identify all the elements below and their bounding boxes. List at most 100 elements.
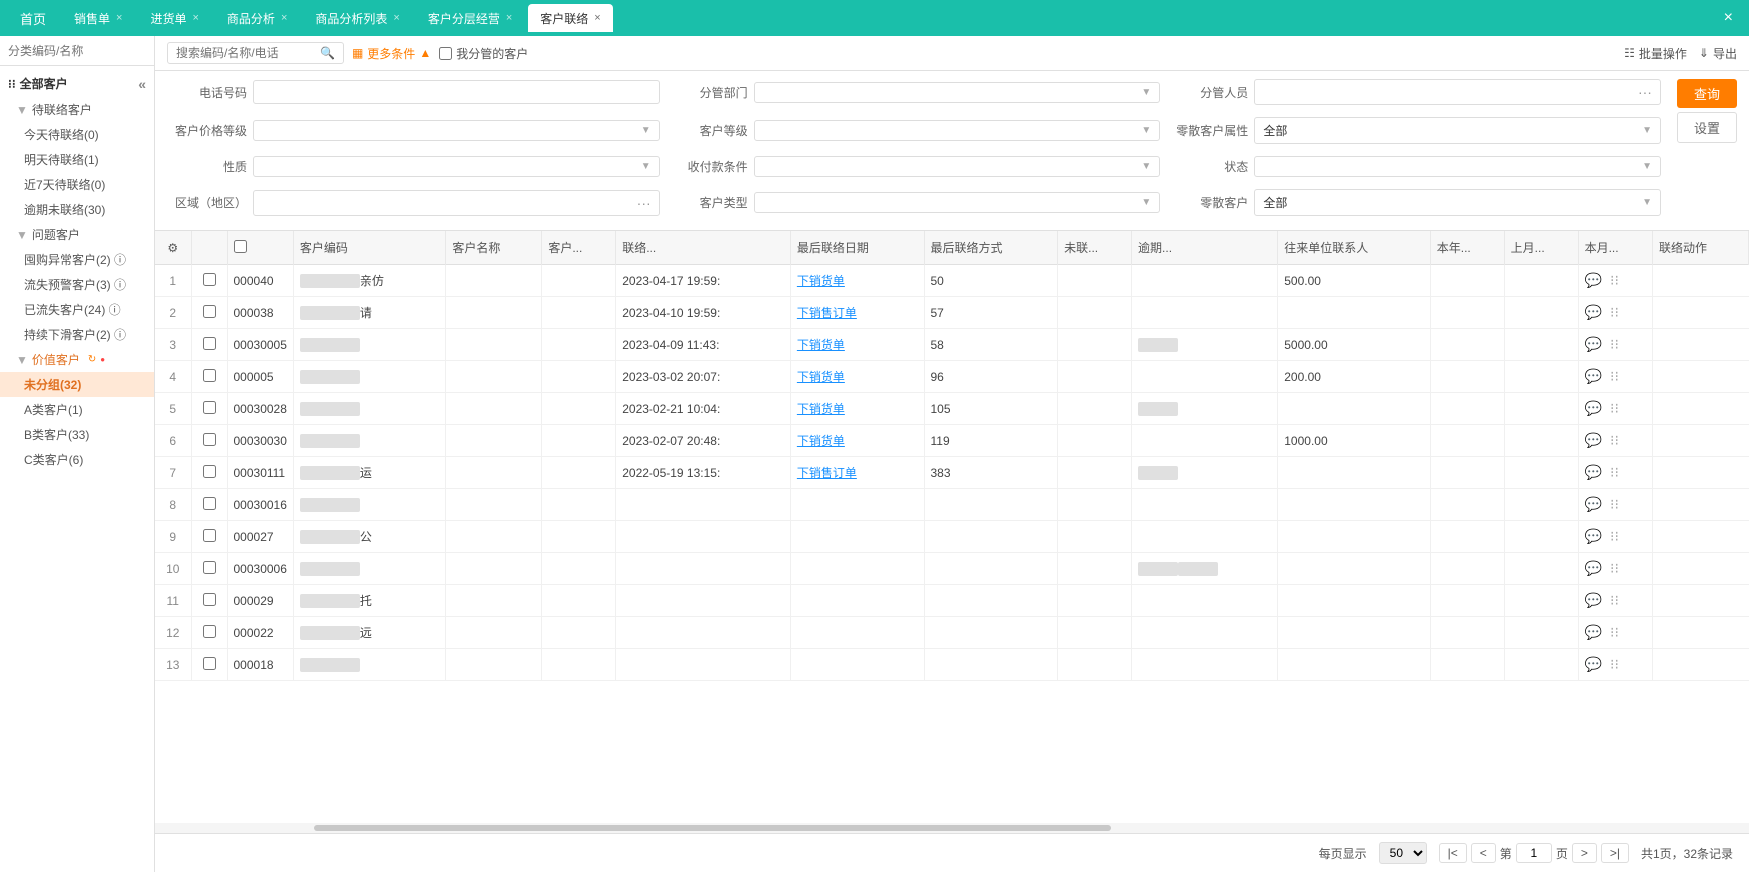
message-icon[interactable]: 💬 bbox=[1585, 304, 1602, 321]
filter-select-customer-level[interactable]: ▼ bbox=[754, 120, 1161, 141]
nav-tab-sales-close[interactable]: × bbox=[116, 12, 122, 24]
last-contact-method-link[interactable]: 下销货单 bbox=[797, 434, 845, 448]
table-settings-th[interactable]: ⚙ bbox=[155, 231, 191, 265]
row-checkbox[interactable] bbox=[203, 561, 216, 574]
row-checkbox[interactable] bbox=[203, 465, 216, 478]
message-icon[interactable]: 💬 bbox=[1585, 368, 1602, 385]
filter-select-person[interactable]: ··· bbox=[1254, 79, 1661, 105]
message-icon[interactable]: 💬 bbox=[1585, 528, 1602, 545]
row-checkbox[interactable] bbox=[203, 593, 216, 606]
more-filter-button[interactable]: ▦ 更多条件 ▲ bbox=[352, 45, 431, 62]
last-contact-method-link[interactable]: 下销货单 bbox=[797, 274, 845, 288]
message-icon[interactable]: 💬 bbox=[1585, 656, 1602, 673]
my-customers-checkbox[interactable]: 我分管的客户 bbox=[439, 45, 528, 62]
sidebar-group-problem[interactable]: ▼ 问题客户 bbox=[0, 222, 154, 247]
nav-tab-analysis-close[interactable]: × bbox=[281, 12, 287, 24]
message-icon[interactable]: 💬 bbox=[1585, 592, 1602, 609]
filter-select-gender[interactable]: ▼ bbox=[253, 156, 660, 177]
close-all-tabs-button[interactable]: × bbox=[1716, 9, 1741, 27]
horizontal-scrollbar[interactable] bbox=[155, 823, 1749, 833]
batch-op-button[interactable]: ☷ 批量操作 bbox=[1624, 45, 1687, 62]
sidebar-item-churn-warning[interactable]: 流失预警客户(3) ⓘ bbox=[0, 272, 154, 297]
search-icon[interactable]: 🔍 bbox=[320, 46, 335, 60]
nav-tab-sales[interactable]: 销售单 × bbox=[62, 4, 134, 32]
grid-action-icon[interactable]: ⁝⁝ bbox=[1610, 496, 1619, 513]
sidebar-item-churned[interactable]: 已流失客户(24) ⓘ bbox=[0, 297, 154, 322]
sidebar-item-declining[interactable]: 持续下滑客户(2) ⓘ bbox=[0, 322, 154, 347]
grid-action-icon[interactable]: ⁝⁝ bbox=[1610, 528, 1619, 545]
grid-action-icon[interactable]: ⁝⁝ bbox=[1610, 336, 1619, 353]
grid-action-icon[interactable]: ⁝⁝ bbox=[1610, 592, 1619, 609]
sidebar-item-a-class[interactable]: A类客户(1) bbox=[0, 397, 154, 422]
scrollbar-thumb[interactable] bbox=[314, 825, 1111, 831]
prev-page-button[interactable]: < bbox=[1471, 843, 1496, 863]
last-contact-method-link[interactable]: 下销货单 bbox=[797, 338, 845, 352]
sidebar-item-b-class[interactable]: B类客户(33) bbox=[0, 422, 154, 447]
row-checkbox[interactable] bbox=[203, 657, 216, 670]
filter-select-region[interactable]: ··· bbox=[253, 190, 660, 216]
filter-input-phone[interactable] bbox=[253, 80, 660, 104]
search-input[interactable] bbox=[176, 46, 316, 60]
row-checkbox[interactable] bbox=[203, 433, 216, 446]
page-number-input[interactable] bbox=[1516, 843, 1552, 863]
grid-action-icon[interactable]: ⁝⁝ bbox=[1610, 432, 1619, 449]
sidebar-item-today[interactable]: 今天待联络(0) bbox=[0, 122, 154, 147]
filter-select-type[interactable]: ▼ bbox=[754, 192, 1161, 213]
grid-action-icon[interactable]: ⁝⁝ bbox=[1610, 560, 1619, 577]
message-icon[interactable]: 💬 bbox=[1585, 400, 1602, 417]
export-button[interactable]: ⇓ 导出 bbox=[1699, 45, 1737, 62]
message-icon[interactable]: 💬 bbox=[1585, 624, 1602, 641]
message-icon[interactable]: 💬 bbox=[1585, 464, 1602, 481]
sidebar-item-tomorrow[interactable]: 明天待联络(1) bbox=[0, 147, 154, 172]
filter-select-payment[interactable]: ▼ bbox=[754, 156, 1161, 177]
query-button[interactable]: 查询 bbox=[1677, 79, 1737, 108]
sidebar-search-input[interactable] bbox=[8, 44, 155, 58]
grid-action-icon[interactable]: ⁝⁝ bbox=[1610, 624, 1619, 641]
collapse-icon[interactable]: « bbox=[138, 76, 146, 92]
row-checkbox[interactable] bbox=[203, 529, 216, 542]
nav-tab-purchase-close[interactable]: × bbox=[192, 12, 198, 24]
last-contact-method-link[interactable]: 下销售订单 bbox=[797, 466, 857, 480]
last-page-button[interactable]: >| bbox=[1601, 843, 1629, 863]
filter-select-retail-attr[interactable]: 全部 ▼ bbox=[1254, 117, 1661, 144]
first-page-button[interactable]: |< bbox=[1439, 843, 1467, 863]
page-size-select[interactable]: 50 bbox=[1379, 842, 1427, 864]
grid-action-icon[interactable]: ⁝⁝ bbox=[1610, 368, 1619, 385]
message-icon[interactable]: 💬 bbox=[1585, 560, 1602, 577]
row-checkbox[interactable] bbox=[203, 369, 216, 382]
sidebar-group-value[interactable]: ▼ 价值客户 ↻ ● bbox=[0, 347, 154, 372]
refresh-icon[interactable]: ↻ bbox=[88, 354, 96, 365]
last-contact-method-link[interactable]: 下销货单 bbox=[797, 370, 845, 384]
nav-tab-analysis[interactable]: 商品分析 × bbox=[215, 4, 299, 32]
row-checkbox[interactable] bbox=[203, 273, 216, 286]
sidebar-item-7days[interactable]: 近7天待联络(0) bbox=[0, 172, 154, 197]
last-contact-method-link[interactable]: 下销货单 bbox=[797, 402, 845, 416]
row-checkbox[interactable] bbox=[203, 337, 216, 350]
sidebar-group-pending[interactable]: ▼ 待联络客户 bbox=[0, 97, 154, 122]
sidebar-item-ungroup[interactable]: 未分组(32) bbox=[0, 372, 154, 397]
row-checkbox[interactable] bbox=[203, 497, 216, 510]
next-page-button[interactable]: > bbox=[1572, 843, 1597, 863]
sidebar-item-overdue[interactable]: 逾期未联络(30) bbox=[0, 197, 154, 222]
grid-action-icon[interactable]: ⁝⁝ bbox=[1610, 400, 1619, 417]
sidebar-item-abnormal[interactable]: 囤购异常客户(2) ⓘ bbox=[0, 247, 154, 272]
last-contact-method-link[interactable]: 下销售订单 bbox=[797, 306, 857, 320]
nav-tab-purchase[interactable]: 进货单 × bbox=[138, 4, 210, 32]
grid-action-icon[interactable]: ⁝⁝ bbox=[1610, 464, 1619, 481]
row-checkbox[interactable] bbox=[203, 401, 216, 414]
filter-select-status[interactable]: ▼ bbox=[1254, 156, 1661, 177]
message-icon[interactable]: 💬 bbox=[1585, 496, 1602, 513]
reset-button[interactable]: 设置 bbox=[1677, 112, 1737, 143]
nav-tab-customer-layer[interactable]: 客户分层经营 × bbox=[416, 4, 524, 32]
filter-select-dept[interactable]: ▼ bbox=[754, 82, 1161, 103]
grid-action-icon[interactable]: ⁝⁝ bbox=[1610, 304, 1619, 321]
row-checkbox[interactable] bbox=[203, 625, 216, 638]
nav-tab-analysis-list[interactable]: 商品分析列表 × bbox=[303, 4, 411, 32]
message-icon[interactable]: 💬 bbox=[1585, 432, 1602, 449]
nav-tab-customer-contact-close[interactable]: × bbox=[594, 12, 600, 24]
grid-action-icon[interactable]: ⁝⁝ bbox=[1610, 272, 1619, 289]
filter-select-retail-customer[interactable]: 全部 ▼ bbox=[1254, 189, 1661, 216]
my-customers-check[interactable] bbox=[439, 47, 452, 60]
sidebar-all-customers[interactable]: ⁝⁝ 全部客户 « bbox=[0, 70, 154, 97]
select-all-checkbox[interactable] bbox=[234, 240, 247, 253]
